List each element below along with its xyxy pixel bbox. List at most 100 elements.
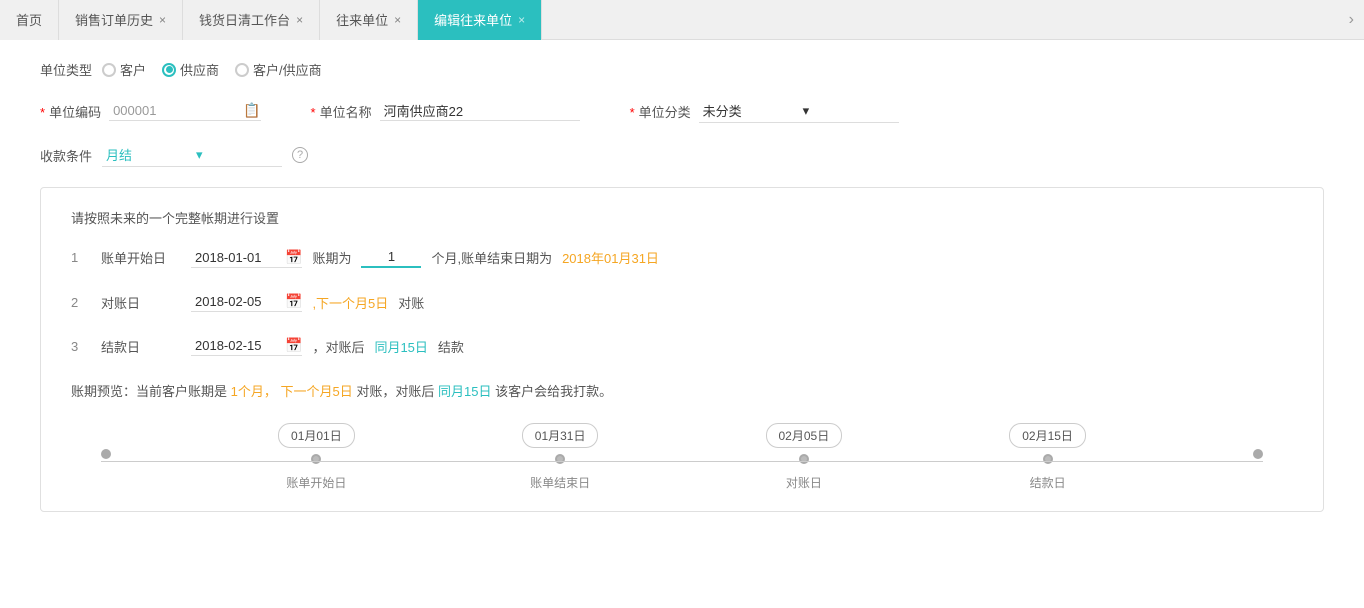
radio-customer-label: 客户 xyxy=(120,60,146,79)
tab-sales-history[interactable]: 销售订单历史 × xyxy=(59,0,183,40)
row-label-1: 账单开始日 xyxy=(101,248,181,267)
payment-terms-select[interactable]: 月结 ▾ xyxy=(102,143,282,167)
timeline-point-3: 02月05日 对账日 xyxy=(766,423,843,491)
payment-terms-value: 月结 xyxy=(102,143,192,166)
period-suffix: 个月,账单结束日期为 xyxy=(431,248,552,267)
unit-category-value: 未分类 xyxy=(699,99,799,122)
tab-bar: 首页 销售订单历史 × 钱货日清工作台 × 往来单位 × 编辑往来单位 × › xyxy=(0,0,1364,40)
radio-customer-supplier-circle xyxy=(235,63,249,77)
unit-info-row: *单位编码 📋 *单位名称 *单位分类 未分类 ▾ xyxy=(40,99,1324,123)
payment-terms-arrow-icon: ▾ xyxy=(192,145,282,165)
row-num-3: 3 xyxy=(71,339,91,354)
radio-supplier-label: 供应商 xyxy=(180,60,219,79)
statement-date-calendar-icon[interactable]: 📅 xyxy=(285,293,302,310)
timeline-dot-3 xyxy=(799,454,809,464)
unit-code-label: *单位编码 xyxy=(40,102,101,121)
unit-type-radio-group: 客户 供应商 客户/供应商 xyxy=(102,60,322,79)
tab-partners-close[interactable]: × xyxy=(394,13,401,27)
copy-icon[interactable]: 📋 xyxy=(243,102,260,119)
timeline-label-2: 账单结束日 xyxy=(530,474,590,491)
preview-prefix: 账期预览：当前客户账期是 xyxy=(71,384,227,399)
unit-category-select[interactable]: 未分类 ▾ xyxy=(699,99,899,123)
radio-supplier[interactable]: 供应商 xyxy=(162,60,219,79)
settings-box-title: 请按照未来的一个完整帐期进行设置 xyxy=(71,208,1293,227)
radio-customer-supplier[interactable]: 客户/供应商 xyxy=(235,60,322,79)
tab-cash-desk[interactable]: 钱货日清工作台 × xyxy=(183,0,320,40)
timeline-date-4: 02月15日 xyxy=(1009,423,1086,448)
timeline-left-spacer xyxy=(101,423,111,433)
unit-name-group: *单位名称 xyxy=(311,101,580,121)
timeline: 01月01日 账单开始日 01月31日 账单结束日 02月05日 对账日 xyxy=(71,423,1293,491)
tab-edit-partner-close[interactable]: × xyxy=(518,13,525,27)
radio-customer[interactable]: 客户 xyxy=(102,60,146,79)
timeline-label-1: 账单开始日 xyxy=(286,474,346,491)
settlement-date-input[interactable] xyxy=(191,336,281,355)
end-date-highlight: 2018年01月31日 xyxy=(562,248,659,267)
tab-cash-desk-close[interactable]: × xyxy=(296,13,303,27)
unit-name-label: *单位名称 xyxy=(311,102,372,121)
settlement-prefix: ，对账后 xyxy=(312,337,364,356)
tab-sales-history-close[interactable]: × xyxy=(159,13,166,27)
start-date-calendar-icon[interactable]: 📅 xyxy=(285,249,302,266)
tab-expand-btn[interactable]: › xyxy=(1339,11,1364,29)
unit-name-star: * xyxy=(311,105,316,120)
tab-sales-history-label: 销售订单历史 xyxy=(75,10,153,29)
settlement-date-calendar-icon[interactable]: 📅 xyxy=(285,337,302,354)
tab-home-label: 首页 xyxy=(16,10,42,29)
preview-middle: 对账，对账后 xyxy=(356,384,434,399)
timeline-point-2: 01月31日 账单结束日 xyxy=(522,423,599,491)
statement-date-input[interactable] xyxy=(191,292,281,311)
timeline-right-spacer xyxy=(1253,423,1263,433)
preview-next-date: 下一个月5日 xyxy=(281,384,353,399)
unit-category-label: *单位分类 xyxy=(630,102,691,121)
settlement-teal-highlight: 同月15日 xyxy=(374,337,427,356)
timeline-dot-1 xyxy=(311,454,321,464)
settlement-suffix: 结款 xyxy=(438,337,464,356)
period-value-input[interactable] xyxy=(361,247,421,268)
help-icon[interactable]: ? xyxy=(292,147,308,163)
settlement-date-input-group: 📅 xyxy=(191,336,302,356)
tab-edit-partner-label: 编辑往来单位 xyxy=(434,10,512,29)
period-prefix: 账期为 xyxy=(312,248,351,267)
timeline-left-dot xyxy=(101,449,111,459)
tab-home[interactable]: 首页 xyxy=(0,0,59,40)
unit-name-input[interactable] xyxy=(380,101,580,121)
radio-customer-circle xyxy=(102,63,116,77)
timeline-line xyxy=(101,461,1263,462)
timeline-point-4: 02月15日 结款日 xyxy=(1009,423,1086,491)
tab-edit-partner[interactable]: 编辑往来单位 × xyxy=(418,0,542,40)
tab-partners-label: 往来单位 xyxy=(336,10,388,29)
radio-supplier-circle xyxy=(162,63,176,77)
tab-partners[interactable]: 往来单位 × xyxy=(320,0,418,40)
settings-box: 请按照未来的一个完整帐期进行设置 1 账单开始日 📅 账期为 个月,账单结束日期… xyxy=(40,187,1324,512)
timeline-label-4: 结款日 xyxy=(1030,474,1066,491)
payment-terms-label: 收款条件 xyxy=(40,146,92,165)
start-date-input[interactable] xyxy=(191,248,281,267)
unit-code-group: *单位编码 📋 xyxy=(40,101,261,121)
payment-terms-row: 收款条件 月结 ▾ ? xyxy=(40,143,1324,167)
statement-suffix: 对账 xyxy=(398,293,424,312)
row-label-2: 对账日 xyxy=(101,293,181,312)
start-date-input-group: 📅 xyxy=(191,248,302,268)
timeline-date-1: 01月01日 xyxy=(278,423,355,448)
preview-section: 账期预览：当前客户账期是 1个月， 下一个月5日 对账，对账后 同月15日 该客… xyxy=(71,380,1293,403)
timeline-dot-2 xyxy=(555,454,565,464)
timeline-label-3: 对账日 xyxy=(786,474,822,491)
timeline-date-2: 01月31日 xyxy=(522,423,599,448)
row-num-2: 2 xyxy=(71,295,91,310)
preview-settle-date: 同月15日 xyxy=(438,384,491,399)
row-num-1: 1 xyxy=(71,250,91,265)
statement-date-input-group: 📅 xyxy=(191,292,302,312)
unit-type-row: 单位类型 客户 供应商 客户/供应商 xyxy=(40,60,1324,79)
unit-code-input[interactable] xyxy=(109,101,239,120)
setting-row-3: 3 结款日 📅 ，对账后 同月15日 结款 xyxy=(71,336,1293,356)
unit-category-group: *单位分类 未分类 ▾ xyxy=(630,99,899,123)
row-label-3: 结款日 xyxy=(101,337,181,356)
timeline-dot-4 xyxy=(1043,454,1053,464)
unit-type-label: 单位类型 xyxy=(40,60,92,79)
preview-period: 1个月， xyxy=(231,384,277,399)
timeline-point-1: 01月01日 账单开始日 xyxy=(278,423,355,491)
timeline-points: 01月01日 账单开始日 01月31日 账单结束日 02月05日 对账日 xyxy=(101,423,1263,491)
radio-customer-supplier-label: 客户/供应商 xyxy=(253,60,322,79)
next-month-highlight: ,下一个月5日 xyxy=(312,293,388,312)
